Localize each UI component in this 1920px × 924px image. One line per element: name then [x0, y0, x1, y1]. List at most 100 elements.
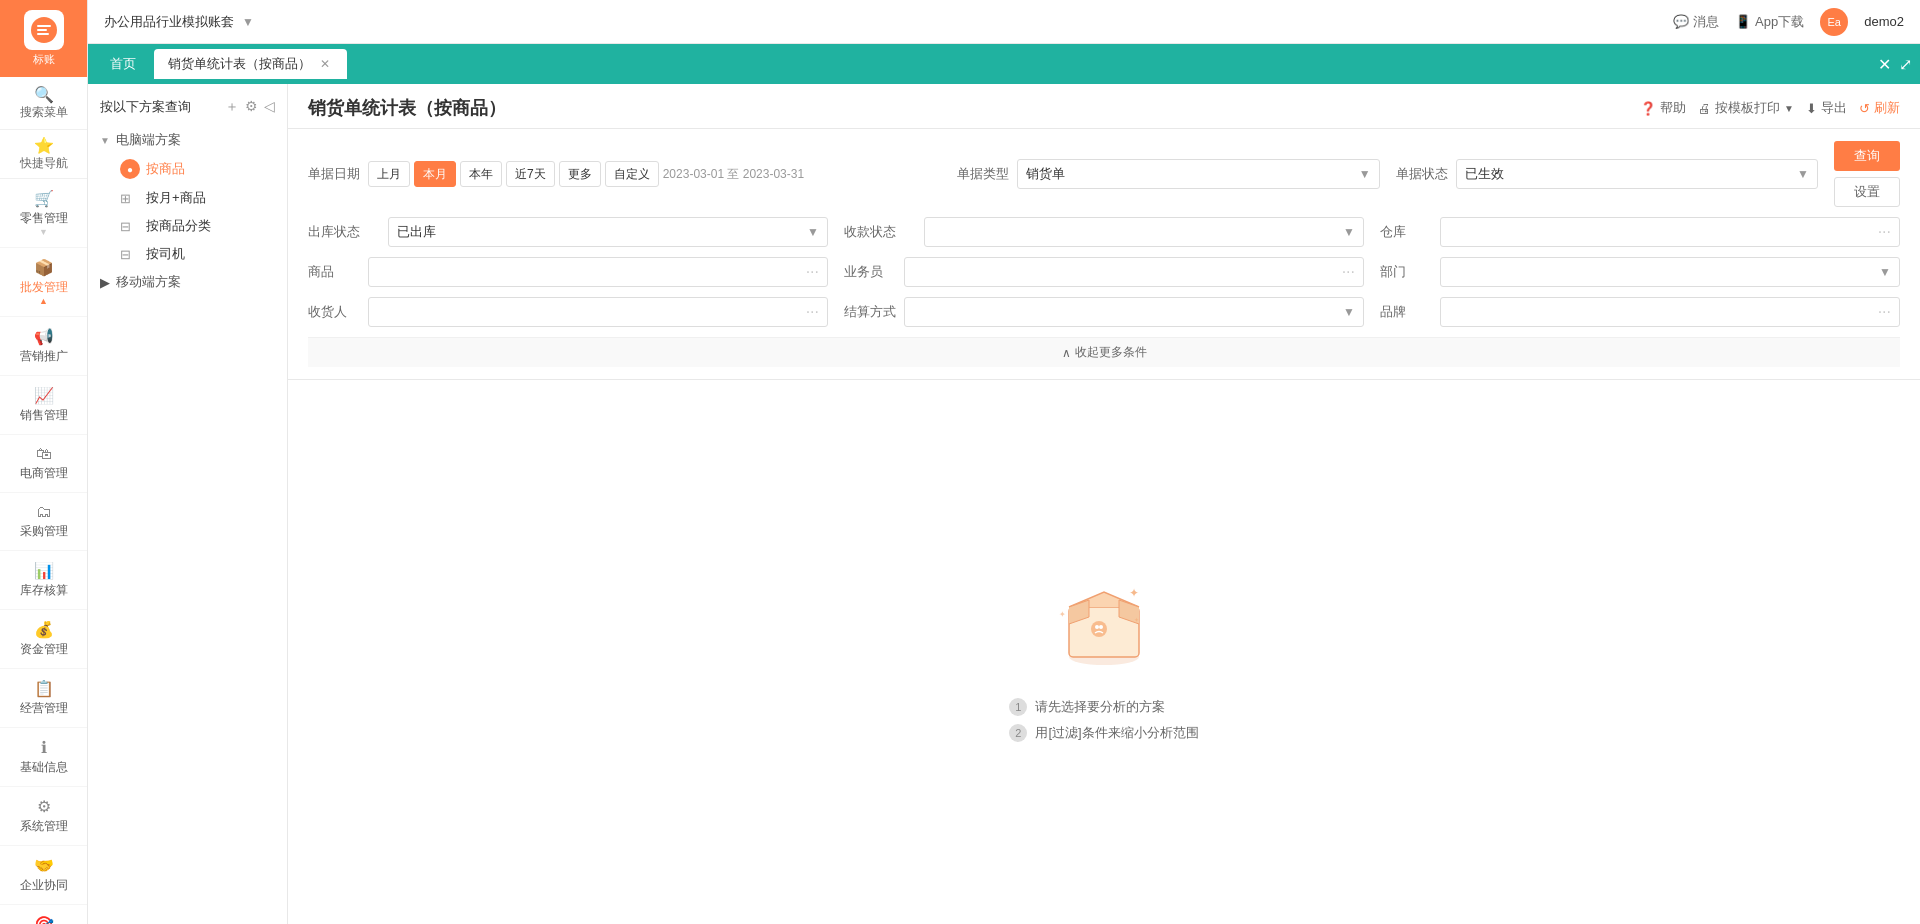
filter-department: 部门 ▼: [1380, 257, 1900, 287]
sidebar-item-inventory[interactable]: 📊 库存核算: [0, 551, 87, 610]
content-area: 按以下方案查询 ＋ ⚙ ◁ ▼ 电脑端方案 ● 按商品 ⊞ 按月: [88, 84, 1920, 924]
template-print-button[interactable]: 🖨 按模板打印 ▼: [1698, 99, 1794, 117]
tree-item-by-cashier[interactable]: ⊟ 按司机: [88, 240, 287, 268]
settings-button[interactable]: 设置: [1834, 177, 1900, 207]
user-avatar[interactable]: Ea: [1820, 8, 1848, 36]
tab-close-icon[interactable]: ✕: [317, 56, 333, 72]
add-scheme-icon[interactable]: ＋: [225, 98, 239, 116]
filter-product: 商品 ···: [308, 257, 828, 287]
help-icon: ❓: [1640, 101, 1656, 116]
sidebar-item-basic[interactable]: ℹ 基础信息: [0, 728, 87, 787]
by-month-product-label: 按月+商品: [146, 189, 206, 207]
export-button[interactable]: ⬇ 导出: [1806, 99, 1847, 117]
payment-status-label: 收款状态: [844, 223, 924, 241]
tip-num-1: 1: [1009, 698, 1027, 716]
sidebar-item-enterprise[interactable]: 🤝 企业协同: [0, 846, 87, 905]
sidebar-enterprise-label: 企业协同: [20, 877, 68, 894]
tree-pc-root[interactable]: ▼ 电脑端方案: [88, 126, 287, 154]
by-month-product-icon: ⊞: [120, 191, 140, 206]
department-dropdown-icon: ▼: [1879, 265, 1891, 279]
refresh-icon: ↺: [1859, 101, 1870, 116]
sidebar-item-operation[interactable]: 📋 经营管理: [0, 669, 87, 728]
product-input[interactable]: ···: [368, 257, 828, 287]
recipient-input[interactable]: ···: [368, 297, 828, 327]
date-btn-more[interactable]: 更多: [559, 161, 601, 187]
sidebar-item-search[interactable]: 🔍 搜索菜单: [0, 77, 87, 130]
payment-status-input[interactable]: ▼: [924, 217, 1364, 247]
app-download-label: App下载: [1755, 13, 1804, 31]
tree-item-by-month-product[interactable]: ⊞ 按月+商品: [88, 184, 287, 212]
brand-dots-icon[interactable]: ···: [1878, 303, 1891, 321]
salesperson-dots-icon[interactable]: ···: [1342, 263, 1355, 281]
tip-num-2: 2: [1009, 724, 1027, 742]
left-panel-header: 按以下方案查询 ＋ ⚙ ◁: [88, 92, 287, 122]
industry-dropdown-icon[interactable]: ▼: [242, 15, 254, 29]
collapse-filter-button[interactable]: ∧ 收起更多条件: [308, 337, 1900, 367]
stock-status-dropdown-icon: ▼: [807, 225, 819, 239]
doc-status-value: 已生效: [1465, 165, 1504, 183]
tree-item-by-category[interactable]: ⊟ 按商品分类: [88, 212, 287, 240]
tab-close-all-icon[interactable]: ✕: [1878, 55, 1891, 74]
sidebar: 标账 🔍 搜索菜单 ⭐ 快捷导航 🛒 零售管理 ▼ 📦 批发管理 ▲ 📢 营销推…: [0, 0, 88, 924]
sidebar-item-quick-nav[interactable]: ⭐ 快捷导航: [0, 130, 87, 179]
warehouse-dots-icon[interactable]: ···: [1878, 223, 1891, 241]
payment-method-input[interactable]: ▼: [904, 297, 1364, 327]
tree-item-by-product[interactable]: ● 按商品: [88, 154, 287, 184]
avatar-initials: Ea: [1828, 16, 1841, 28]
sidebar-item-guide[interactable]: 🎯 新手引导: [0, 905, 87, 924]
sales-icon: 📈: [34, 386, 54, 405]
filter-stock-status: 出库状态 已出库 ▼: [308, 217, 828, 247]
date-btn-this-month[interactable]: 本月: [414, 161, 456, 187]
app-logo[interactable]: 标账: [0, 0, 87, 77]
topbar-right: 💬 消息 📱 App下载 Ea demo2: [1673, 8, 1904, 36]
brand-input[interactable]: ···: [1440, 297, 1900, 327]
sidebar-inventory-label: 库存核算: [20, 582, 68, 599]
doc-status-label: 单据状态: [1396, 165, 1456, 183]
sidebar-marketing-label: 营销推广: [20, 348, 68, 365]
topbar-left: 办公用品行业模拟账套 ▼: [104, 13, 254, 31]
svg-point-5: [1099, 625, 1103, 629]
sidebar-item-system[interactable]: ⚙ 系统管理: [0, 787, 87, 846]
svg-text:✦: ✦: [1059, 610, 1066, 619]
help-label: 帮助: [1660, 99, 1686, 117]
recipient-dots-icon[interactable]: ···: [806, 303, 819, 321]
collapse-panel-icon[interactable]: ◁: [264, 98, 275, 116]
operation-icon: 📋: [34, 679, 54, 698]
sidebar-item-wholesale[interactable]: 📦 批发管理 ▲: [0, 248, 87, 317]
refresh-button[interactable]: ↺ 刷新: [1859, 99, 1900, 117]
doc-type-input[interactable]: 销货单 ▼: [1017, 159, 1379, 189]
user-name[interactable]: demo2: [1864, 14, 1904, 29]
sidebar-item-sales[interactable]: 📈 销售管理: [0, 376, 87, 435]
help-button[interactable]: ❓ 帮助: [1640, 99, 1686, 117]
date-btn-custom[interactable]: 自定义: [605, 161, 659, 187]
date-btn-this-year[interactable]: 本年: [460, 161, 502, 187]
query-button[interactable]: 查询: [1834, 141, 1900, 171]
department-input[interactable]: ▼: [1440, 257, 1900, 287]
sidebar-item-marketing[interactable]: 📢 营销推广: [0, 317, 87, 376]
settings-scheme-icon[interactable]: ⚙: [245, 98, 258, 116]
date-btn-7days[interactable]: 近7天: [506, 161, 555, 187]
sidebar-item-ecommerce[interactable]: 🛍 电商管理: [0, 435, 87, 493]
tab-sales-stats[interactable]: 销货单统计表（按商品） ✕: [154, 49, 347, 79]
product-dots-icon[interactable]: ···: [806, 263, 819, 281]
empty-tip-2: 2 用[过滤]条件来缩小分析范围: [1009, 724, 1198, 742]
message-button[interactable]: 💬 消息: [1673, 13, 1719, 31]
stock-status-input[interactable]: 已出库 ▼: [388, 217, 828, 247]
message-label: 消息: [1693, 13, 1719, 31]
warehouse-input[interactable]: ···: [1440, 217, 1900, 247]
tab-expand-icon[interactable]: ⤢: [1899, 55, 1912, 74]
mobile-section-label: 移动端方案: [116, 273, 181, 291]
salesperson-input[interactable]: ···: [904, 257, 1364, 287]
refresh-label: 刷新: [1874, 99, 1900, 117]
doc-status-input[interactable]: 已生效 ▼: [1456, 159, 1818, 189]
date-btn-last-month[interactable]: 上月: [368, 161, 410, 187]
tree-mobile-section[interactable]: ▶ 移动端方案: [88, 268, 287, 296]
app-download-button[interactable]: 📱 App下载: [1735, 13, 1804, 31]
logo-text: 标账: [33, 52, 55, 67]
sidebar-item-purchase[interactable]: 🗂 采购管理: [0, 493, 87, 551]
page-header: 销货单统计表（按商品） ❓ 帮助 🖨 按模板打印 ▼ ⬇ 导出: [288, 84, 1920, 129]
collapse-chevron-icon: ∧: [1062, 346, 1071, 360]
tab-home[interactable]: 首页: [96, 49, 150, 79]
sidebar-item-finance[interactable]: 💰 资金管理: [0, 610, 87, 669]
sidebar-item-retail[interactable]: 🛒 零售管理 ▼: [0, 179, 87, 248]
